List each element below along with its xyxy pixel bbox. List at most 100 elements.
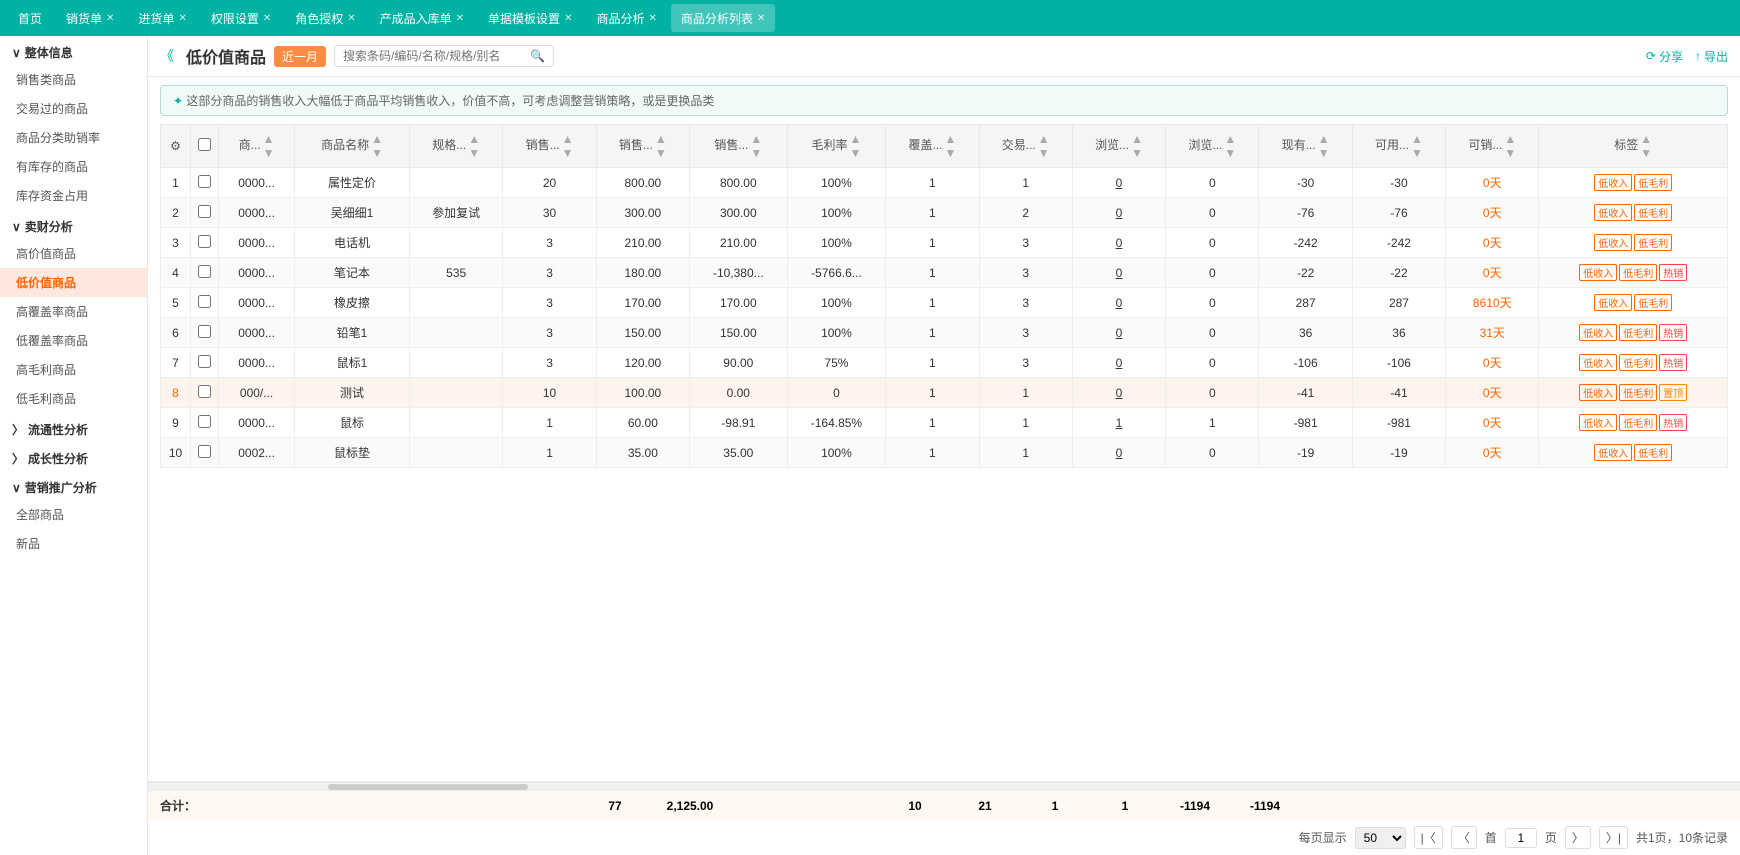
th-code[interactable]: 商...▲▼ bbox=[219, 125, 295, 168]
nav-close-analysis[interactable]: ✕ bbox=[648, 13, 656, 24]
browse-link[interactable]: 0 bbox=[1116, 296, 1123, 310]
nav-close-template[interactable]: ✕ bbox=[564, 13, 572, 24]
th-s3[interactable]: 销售...▲▼ bbox=[690, 125, 788, 168]
sidebar-item-category-rate[interactable]: 商品分类助销率 bbox=[0, 123, 147, 152]
cell-browse1[interactable]: 0 bbox=[1072, 348, 1165, 378]
sidebar-collapse-btn[interactable]: 《 bbox=[160, 46, 174, 66]
row-checkbox[interactable] bbox=[198, 175, 211, 188]
period-button[interactable]: 近一月 bbox=[274, 46, 326, 67]
nav-close-inbound[interactable]: ✕ bbox=[456, 13, 464, 24]
sidebar-group-finance[interactable]: ∨ 卖财分析 bbox=[0, 210, 147, 239]
sidebar-item-all-products[interactable]: 全部商品 bbox=[0, 500, 147, 529]
sidebar-group-marketing[interactable]: ∨ 营销推广分析 bbox=[0, 471, 147, 500]
nav-close-analysis-list[interactable]: ✕ bbox=[757, 13, 765, 24]
nav-inbound[interactable]: 产成品入库单 ✕ bbox=[370, 4, 474, 32]
cell-browse1[interactable]: 0 bbox=[1072, 378, 1165, 408]
row-checkbox[interactable] bbox=[198, 355, 211, 368]
cell-checkbox[interactable] bbox=[191, 318, 219, 348]
browse-link[interactable]: 0 bbox=[1116, 176, 1123, 190]
cell-browse1[interactable]: 0 bbox=[1072, 168, 1165, 198]
cell-checkbox[interactable] bbox=[191, 228, 219, 258]
last-page-btn[interactable]: 〉| bbox=[1599, 826, 1628, 849]
sidebar-item-inventory-capital[interactable]: 库存资金占用 bbox=[0, 181, 147, 210]
cell-checkbox[interactable] bbox=[191, 168, 219, 198]
sidebar-item-low-margin[interactable]: 低毛利商品 bbox=[0, 384, 147, 413]
th-rate[interactable]: 毛利率▲▼ bbox=[787, 125, 886, 168]
nav-template[interactable]: 单据模板设置 ✕ bbox=[478, 4, 582, 32]
row-checkbox[interactable] bbox=[198, 205, 211, 218]
browse-link[interactable]: 0 bbox=[1116, 386, 1123, 400]
cell-browse1[interactable]: 1 bbox=[1072, 408, 1165, 438]
browse-link[interactable]: 0 bbox=[1116, 206, 1123, 220]
nav-close-role[interactable]: ✕ bbox=[347, 13, 355, 24]
nav-permission[interactable]: 权限设置 ✕ bbox=[201, 4, 281, 32]
page-input[interactable] bbox=[1505, 828, 1537, 848]
cell-checkbox[interactable] bbox=[191, 348, 219, 378]
sidebar-item-sales-products[interactable]: 销售类商品 bbox=[0, 65, 147, 94]
sidebar-item-low-coverage[interactable]: 低覆盖率商品 bbox=[0, 326, 147, 355]
gear-icon[interactable]: ⚙ bbox=[170, 139, 181, 153]
sidebar-item-high-margin[interactable]: 高毛利商品 bbox=[0, 355, 147, 384]
sidebar-group-circulation[interactable]: 〉 流通性分析 bbox=[0, 413, 147, 442]
cell-browse1[interactable]: 0 bbox=[1072, 438, 1165, 468]
select-all-checkbox[interactable] bbox=[198, 138, 211, 151]
nav-home[interactable]: 首页 bbox=[8, 4, 52, 32]
scrollbar-thumb[interactable] bbox=[328, 784, 528, 790]
th-c1[interactable]: 覆盖...▲▼ bbox=[886, 125, 979, 168]
nav-close-sales[interactable]: ✕ bbox=[106, 13, 114, 24]
browse-link[interactable]: 0 bbox=[1116, 326, 1123, 340]
cell-checkbox[interactable] bbox=[191, 378, 219, 408]
browse-link[interactable]: 0 bbox=[1116, 446, 1123, 460]
sidebar-group-overall[interactable]: ∨ 整体信息 bbox=[0, 36, 147, 65]
browse-link[interactable]: 0 bbox=[1116, 236, 1123, 250]
th-name[interactable]: 商品名称▲▼ bbox=[295, 125, 410, 168]
th-s1[interactable]: 销售...▲▼ bbox=[503, 125, 596, 168]
scrollbar-area[interactable] bbox=[148, 782, 1740, 790]
sidebar-item-inventory[interactable]: 有库存的商品 bbox=[0, 152, 147, 181]
th-gear[interactable]: ⚙ bbox=[161, 125, 191, 168]
sidebar-item-high-value[interactable]: 高价值商品 bbox=[0, 239, 147, 268]
prev-page-btn[interactable]: 〈 bbox=[1451, 826, 1477, 849]
th-c4[interactable]: 浏览...▲▼ bbox=[1166, 125, 1259, 168]
cell-browse1[interactable]: 0 bbox=[1072, 288, 1165, 318]
browse-link[interactable]: 0 bbox=[1116, 266, 1123, 280]
th-s2[interactable]: 销售...▲▼ bbox=[596, 125, 689, 168]
cell-checkbox[interactable] bbox=[191, 288, 219, 318]
nav-role[interactable]: 角色授权 ✕ bbox=[285, 4, 365, 32]
row-checkbox[interactable] bbox=[198, 235, 211, 248]
th-tags[interactable]: 标签▲▼ bbox=[1539, 125, 1728, 168]
first-page-btn[interactable]: |〈 bbox=[1414, 826, 1443, 849]
cell-checkbox[interactable] bbox=[191, 408, 219, 438]
share-button[interactable]: ⟳ 分享 bbox=[1646, 48, 1683, 65]
export-button[interactable]: ↑ 导出 bbox=[1695, 48, 1728, 65]
th-spec[interactable]: 规格...▲▼ bbox=[409, 125, 502, 168]
cell-browse1[interactable]: 0 bbox=[1072, 258, 1165, 288]
sidebar-item-high-coverage[interactable]: 高覆盖率商品 bbox=[0, 297, 147, 326]
browse-link[interactable]: 0 bbox=[1116, 356, 1123, 370]
sidebar-group-growth[interactable]: 〉 成长性分析 bbox=[0, 442, 147, 471]
sidebar-item-traded[interactable]: 交易过的商品 bbox=[0, 94, 147, 123]
cell-browse1[interactable]: 0 bbox=[1072, 228, 1165, 258]
next-page-btn[interactable]: 〉 bbox=[1565, 826, 1591, 849]
nav-close-purchase[interactable]: ✕ bbox=[178, 13, 186, 24]
sidebar-item-new-products[interactable]: 新品 bbox=[0, 529, 147, 558]
sidebar-item-low-value[interactable]: 低价值商品 bbox=[0, 268, 147, 297]
search-input[interactable] bbox=[343, 49, 526, 63]
cell-browse1[interactable]: 0 bbox=[1072, 198, 1165, 228]
row-checkbox[interactable] bbox=[198, 445, 211, 458]
row-checkbox[interactable] bbox=[198, 325, 211, 338]
cell-browse1[interactable]: 0 bbox=[1072, 318, 1165, 348]
nav-close-permission[interactable]: ✕ bbox=[263, 13, 271, 24]
nav-sales[interactable]: 销货单 ✕ bbox=[56, 4, 124, 32]
th-c3[interactable]: 浏览...▲▼ bbox=[1072, 125, 1165, 168]
cell-checkbox[interactable] bbox=[191, 438, 219, 468]
cell-checkbox[interactable] bbox=[191, 198, 219, 228]
row-checkbox[interactable] bbox=[198, 295, 211, 308]
th-c2[interactable]: 交易...▲▼ bbox=[979, 125, 1072, 168]
page-size-select[interactable]: 50 100 200 bbox=[1355, 827, 1406, 849]
nav-analysis[interactable]: 商品分析 ✕ bbox=[586, 4, 666, 32]
th-c5[interactable]: 现有...▲▼ bbox=[1259, 125, 1352, 168]
table-container[interactable]: ⚙ 商...▲▼ 商品名称▲▼ 规格...▲▼ 销售...▲▼ 销售...▲▼ … bbox=[148, 124, 1740, 781]
row-checkbox[interactable] bbox=[198, 385, 211, 398]
row-checkbox[interactable] bbox=[198, 415, 211, 428]
